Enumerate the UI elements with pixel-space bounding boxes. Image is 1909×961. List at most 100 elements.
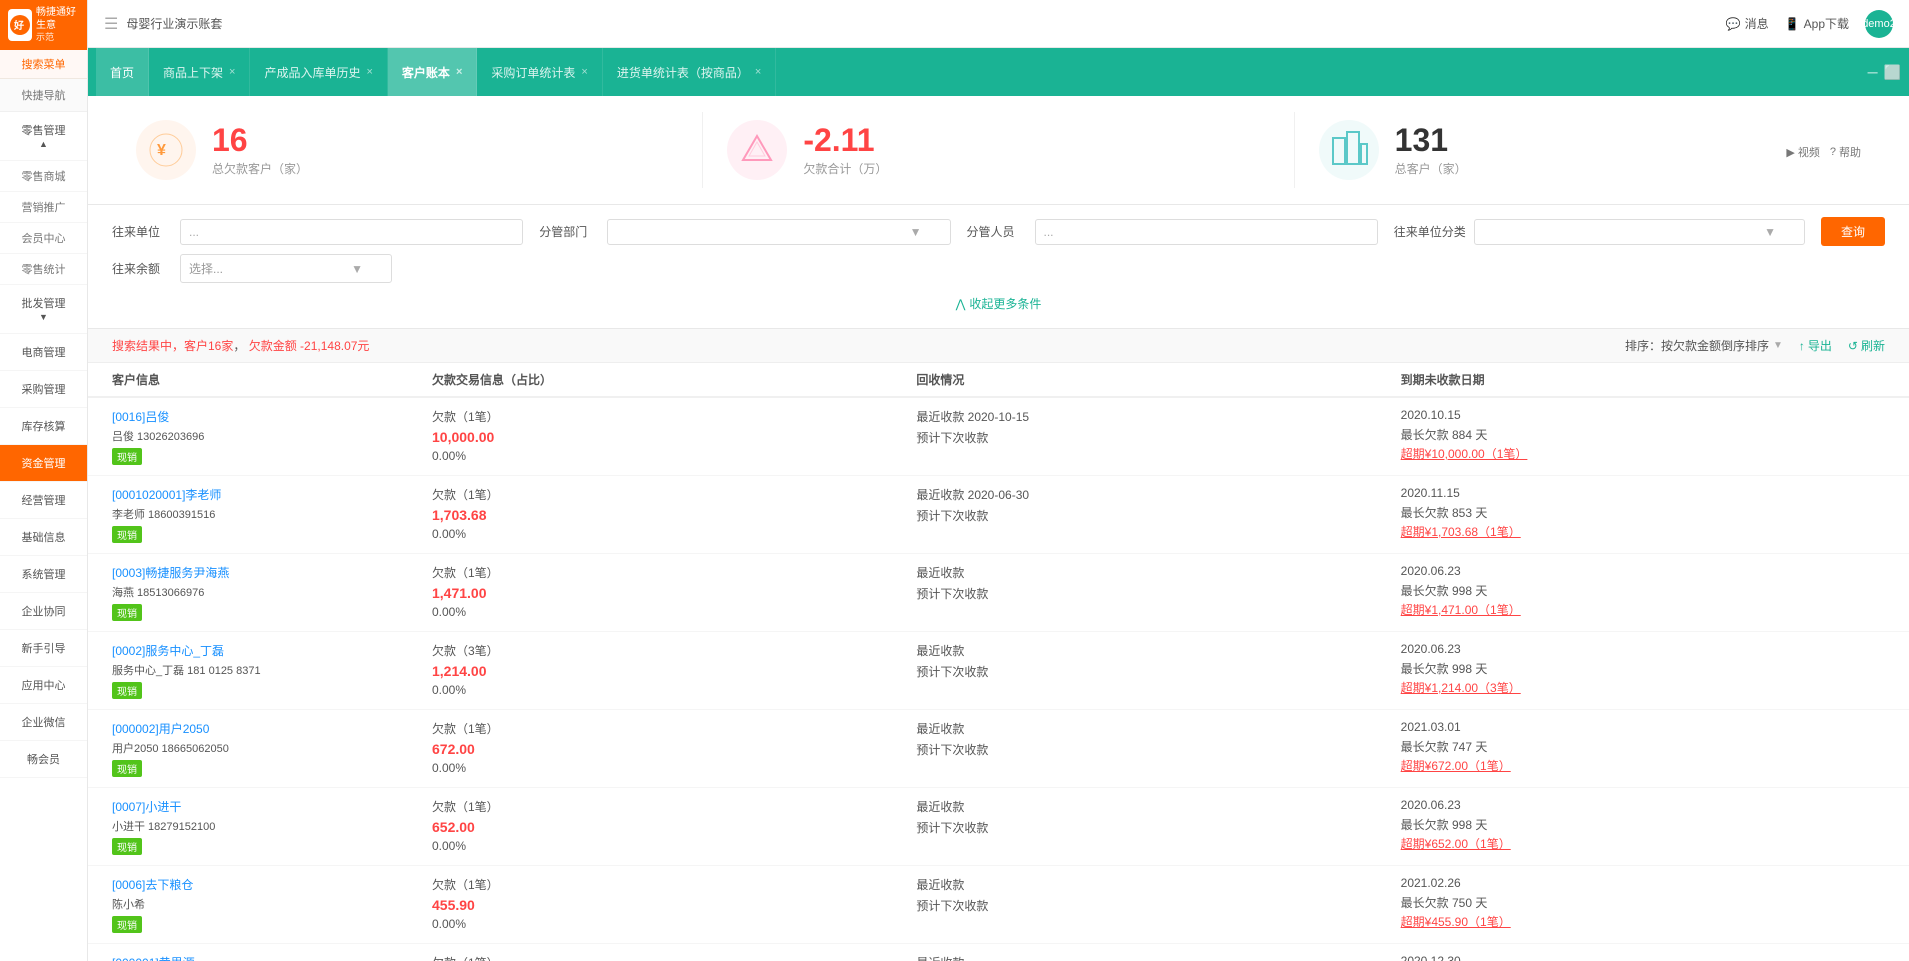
- collapse-button[interactable]: ⋀ 收起更多条件: [956, 295, 1042, 312]
- stat-number-total: -2.11: [803, 124, 887, 156]
- tab-close-icon[interactable]: ×: [581, 66, 587, 78]
- sort-select[interactable]: 排序：按欠款金额倒序排序 ▼: [1625, 337, 1783, 354]
- customer-phone-1: 李老师 18600391516: [112, 506, 432, 522]
- maximize-button[interactable]: ⬜: [1884, 64, 1901, 81]
- overdue-info-1: 2020.11.15 最长欠款 853 天 超期¥1,703.68（1笔）: [1401, 486, 1885, 540]
- export-button[interactable]: ↑ 导出: [1799, 337, 1832, 354]
- stat-info-debt: 16 总欠款客户（家）: [212, 124, 308, 177]
- debt-info-7: 欠款（1笔） 429.00 0.00%: [432, 954, 916, 961]
- customer-tag-6: 现销: [112, 916, 142, 933]
- collection-info-3: 最近收款 预计下次收款: [916, 642, 1400, 680]
- logo-icon: 好: [8, 9, 32, 41]
- table-row: [0001020001]李老师 李老师 18600391516 现销 欠款（1笔…: [88, 476, 1909, 554]
- refresh-button[interactable]: ↺ 刷新: [1848, 337, 1885, 354]
- sidebar-item-basic-info[interactable]: 基础信息: [0, 519, 87, 556]
- collection-next-4: 预计下次收款: [916, 741, 1400, 758]
- sidebar-item-retail-stats[interactable]: 零售统计: [0, 254, 87, 285]
- sidebar-item-app-center[interactable]: 应用中心: [0, 667, 87, 704]
- refresh-icon: ↺: [1848, 339, 1858, 353]
- debt-amount-0[interactable]: 10,000.00: [432, 429, 916, 445]
- sidebar-item-enterprise-wechat[interactable]: 企业微信: [0, 704, 87, 741]
- tab-bar: 首页 商品上下架 × 产成品入库单历史 × 客户账本 × 采购订单统计表 ×: [96, 48, 1868, 96]
- table-header: 客户信息 欠款交易信息（占比） 回收情况 到期未收款日期: [88, 363, 1909, 398]
- query-button[interactable]: 查询: [1821, 217, 1885, 246]
- sidebar-item-system[interactable]: 系统管理: [0, 556, 87, 593]
- tab-close-icon[interactable]: ×: [366, 66, 372, 78]
- customer-phone-0: 吕俊 13026203696: [112, 428, 432, 444]
- sidebar-item-quick-nav[interactable]: 快捷导航: [0, 79, 87, 112]
- tab-close-icon[interactable]: ×: [229, 66, 235, 78]
- debt-info-1: 欠款（1笔） 1,703.68 0.00%: [432, 486, 916, 541]
- help-button[interactable]: ? 帮助: [1830, 144, 1861, 160]
- tab-purchase-product-stats[interactable]: 进货单统计表（按商品） ×: [603, 48, 776, 96]
- customer-name-6[interactable]: [0006]去下粮仓: [112, 876, 432, 893]
- tab-customer-ledger[interactable]: 客户账本 ×: [388, 48, 477, 96]
- sidebar-item-corp-collab[interactable]: 企业协同: [0, 593, 87, 630]
- filter-input-unit[interactable]: ...: [180, 219, 523, 245]
- sidebar-item-wholesale[interactable]: 批发管理 ▼: [0, 285, 87, 334]
- overdue-amount-2[interactable]: 超期¥1,471.00（1笔）: [1401, 601, 1885, 618]
- tab-close-icon[interactable]: ×: [755, 66, 761, 78]
- filter-label-balance: 往来余额: [112, 260, 172, 277]
- tab-close-icon[interactable]: ×: [456, 66, 462, 78]
- customer-tag-5: 现销: [112, 838, 142, 855]
- debt-amount-1[interactable]: 1,703.68: [432, 507, 916, 523]
- customer-name-7[interactable]: [000001]黄思源: [112, 954, 432, 961]
- sidebar-item-retail-mall[interactable]: 零售商城: [0, 161, 87, 192]
- sidebar-item-purchase[interactable]: 采购管理: [0, 371, 87, 408]
- debt-amount-6[interactable]: 455.90: [432, 897, 916, 913]
- filter-input-person[interactable]: ...: [1035, 219, 1378, 245]
- tab-purchase-stats[interactable]: 采购订单统计表 ×: [477, 48, 602, 96]
- filter-select-dept[interactable]: ▼: [607, 219, 950, 245]
- sidebar-item-ecommerce[interactable]: 电商管理: [0, 334, 87, 371]
- minimize-button[interactable]: ─: [1868, 64, 1878, 80]
- debt-count-5: 欠款（1笔）: [432, 798, 916, 815]
- collapse-row: ⋀ 收起更多条件: [112, 291, 1885, 316]
- customer-name-2[interactable]: [0003]畅捷服务尹海燕: [112, 564, 432, 581]
- tab-home[interactable]: 首页: [96, 48, 149, 96]
- overdue-info-7: 2020.12.30 最长欠款 808 天 超期¥429.00（1笔）: [1401, 954, 1885, 961]
- tab-product-listing[interactable]: 商品上下架 ×: [149, 48, 250, 96]
- customer-name-5[interactable]: [0007]小进干: [112, 798, 432, 815]
- sidebar-item-operations[interactable]: 经营管理: [0, 482, 87, 519]
- filter-label-category: 往来单位分类: [1394, 223, 1466, 240]
- overdue-amount-5[interactable]: 超期¥652.00（1笔）: [1401, 835, 1885, 852]
- sidebar-item-member[interactable]: 会员中心: [0, 223, 87, 254]
- overdue-amount-3[interactable]: 超期¥1,214.00（3笔）: [1401, 679, 1885, 696]
- sidebar-header: 好 畅捷通好生意 示范: [0, 0, 87, 50]
- sidebar-item-marketing[interactable]: 营销推广: [0, 192, 87, 223]
- overdue-amount-4[interactable]: 超期¥672.00（1笔）: [1401, 757, 1885, 774]
- debt-amount-5[interactable]: 652.00: [432, 819, 916, 835]
- customer-name-3[interactable]: [0002]服务中心_丁磊: [112, 642, 432, 659]
- sidebar-item-newbie[interactable]: 新手引导: [0, 630, 87, 667]
- tab-production-history[interactable]: 产成品入库单历史 ×: [250, 48, 387, 96]
- sidebar-item-chang-member[interactable]: 畅会员: [0, 741, 87, 778]
- col-debt-info: 欠款交易信息（占比）: [432, 371, 916, 388]
- overdue-date-5: 2020.06.23: [1401, 798, 1885, 812]
- debt-info-3: 欠款（3笔） 1,214.00 0.00%: [432, 642, 916, 697]
- overdue-amount-1[interactable]: 超期¥1,703.68（1笔）: [1401, 523, 1885, 540]
- sidebar-item-search[interactable]: 搜索菜单: [0, 50, 87, 79]
- sidebar-item-finance[interactable]: 资金管理: [0, 445, 87, 482]
- app-download-button[interactable]: 📱 App下载: [1785, 15, 1849, 32]
- sidebar-item-inventory[interactable]: 库存核算: [0, 408, 87, 445]
- debt-ratio-2: 0.00%: [432, 605, 916, 619]
- table-row: [000002]用户2050 用户2050 18665062050 现销 欠款（…: [88, 710, 1909, 788]
- table-container: 客户信息 欠款交易信息（占比） 回收情况 到期未收款日期 [0016]吕俊 吕俊…: [88, 363, 1909, 961]
- debt-amount-4[interactable]: 672.00: [432, 741, 916, 757]
- video-button[interactable]: ▶ 视频: [1786, 144, 1819, 160]
- user-avatar[interactable]: demo2: [1865, 10, 1893, 38]
- customer-name-0[interactable]: [0016]吕俊: [112, 408, 432, 425]
- overdue-amount-0[interactable]: 超期¥10,000.00（1笔）: [1401, 445, 1885, 462]
- message-button[interactable]: 💬 消息: [1726, 15, 1769, 32]
- stat-icon-debt: ¥: [136, 120, 196, 180]
- filter-select-category[interactable]: ▼: [1474, 219, 1805, 245]
- debt-amount-2[interactable]: 1,471.00: [432, 585, 916, 601]
- customer-name-1[interactable]: [0001020001]李老师: [112, 486, 432, 503]
- overdue-amount-6[interactable]: 超期¥455.90（1笔）: [1401, 913, 1885, 930]
- filter-select-balance[interactable]: 选择... ▼: [180, 254, 392, 283]
- sidebar-item-retail-mgmt[interactable]: 零售管理 ▲: [0, 112, 87, 161]
- filter-area: 往来单位 ... 分管部门 ▼ 分管人员: [88, 205, 1909, 329]
- debt-amount-3[interactable]: 1,214.00: [432, 663, 916, 679]
- customer-name-4[interactable]: [000002]用户2050: [112, 720, 432, 737]
